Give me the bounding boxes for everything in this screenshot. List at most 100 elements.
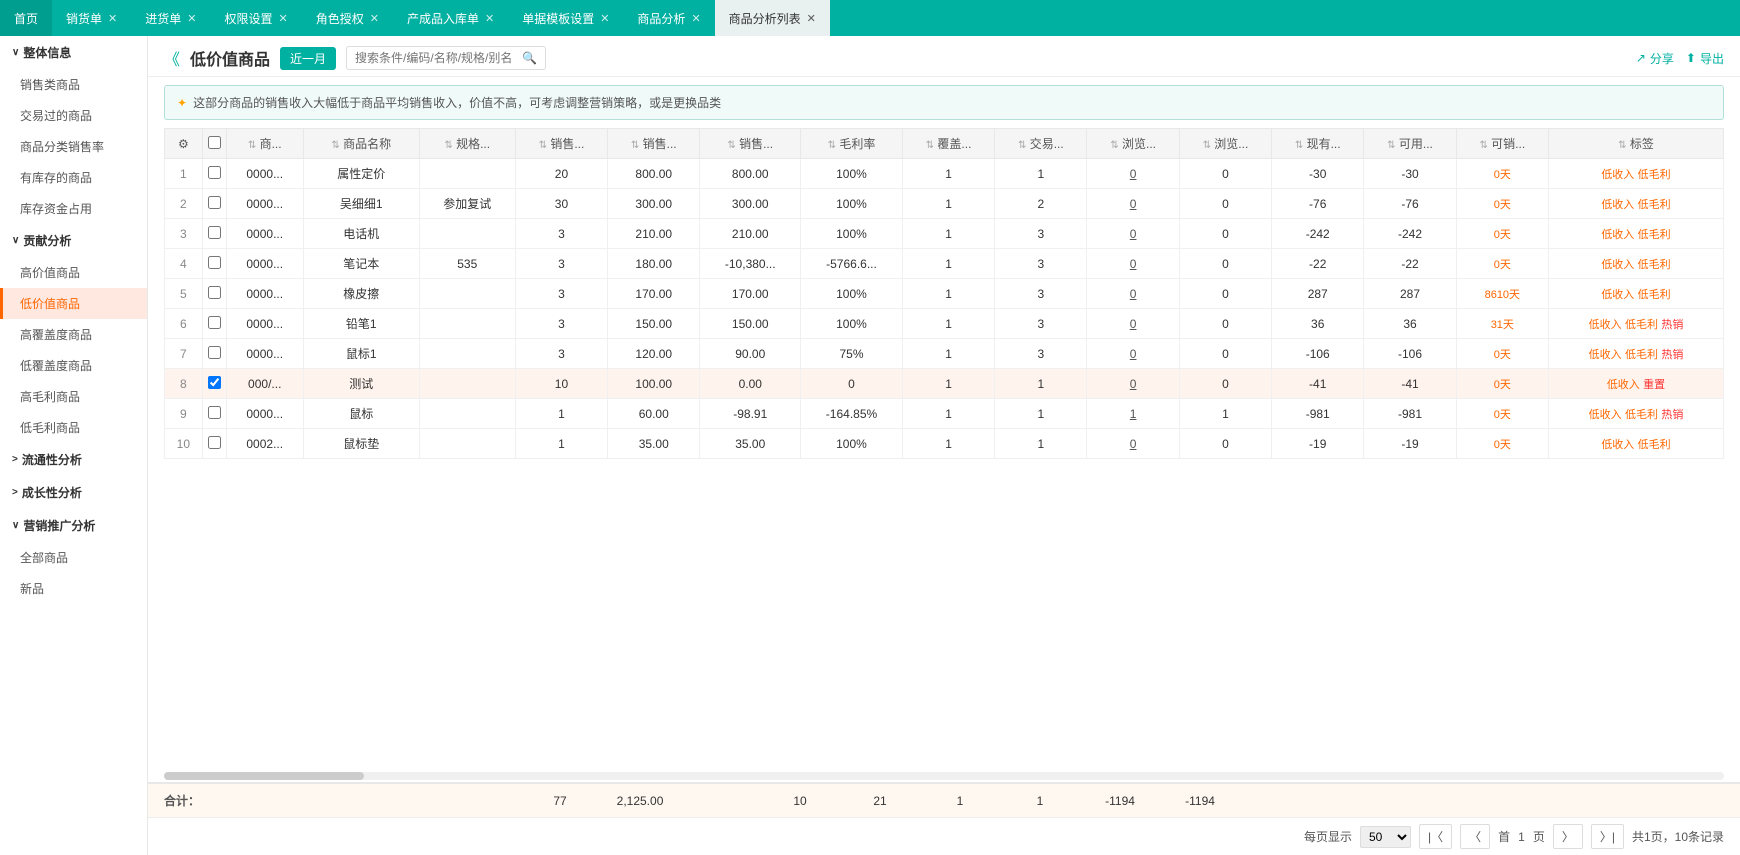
- period-button[interactable]: 近一月: [280, 47, 336, 70]
- th-views2[interactable]: ⇅ 浏览...: [1179, 129, 1271, 159]
- cell-checkbox[interactable]: [202, 429, 226, 459]
- close-icon[interactable]: ✕: [691, 12, 700, 25]
- next-page-button[interactable]: 〉: [1553, 824, 1583, 849]
- sidebar-group-circulation[interactable]: > 流通性分析: [0, 443, 147, 476]
- close-icon[interactable]: ✕: [370, 12, 379, 25]
- sidebar-group-marketing[interactable]: ∨ 营销推广分析: [0, 509, 147, 542]
- th-trade[interactable]: ⇅ 交易...: [995, 129, 1087, 159]
- cell-checkbox[interactable]: [202, 399, 226, 429]
- page-size-select[interactable]: 50 100: [1360, 826, 1411, 848]
- sidebar-item-stock-capital[interactable]: 库存资金占用: [0, 193, 147, 224]
- sidebar-item-sales-goods[interactable]: 销售类商品: [0, 69, 147, 100]
- th-name[interactable]: ⇅ 商品名称: [303, 129, 419, 159]
- th-code[interactable]: ⇅ 商...: [226, 129, 303, 159]
- row-checkbox[interactable]: [208, 346, 221, 359]
- sidebar-item-low-value[interactable]: 低价值商品: [0, 288, 147, 319]
- cell-views1[interactable]: 1: [1087, 399, 1179, 429]
- th-sales-amt[interactable]: ⇅ 销售...: [608, 129, 700, 159]
- sidebar-item-high-value[interactable]: 高价值商品: [0, 257, 147, 288]
- sidebar-item-traded-goods[interactable]: 交易过的商品: [0, 100, 147, 131]
- cell-checkbox[interactable]: [202, 339, 226, 369]
- row-checkbox[interactable]: [208, 226, 221, 239]
- nav-product-in[interactable]: 产成品入库单 ✕: [393, 0, 508, 36]
- views-link[interactable]: 0: [1130, 197, 1137, 211]
- cell-views1[interactable]: 0: [1087, 219, 1179, 249]
- row-checkbox[interactable]: [208, 436, 221, 449]
- views-link[interactable]: 0: [1130, 347, 1137, 361]
- cell-views1[interactable]: 0: [1087, 189, 1179, 219]
- cell-views1[interactable]: 0: [1087, 369, 1179, 399]
- sidebar-item-category-sales[interactable]: 商品分类销售率: [0, 131, 147, 162]
- cell-checkbox[interactable]: [202, 279, 226, 309]
- cell-views1[interactable]: 0: [1087, 279, 1179, 309]
- select-all-checkbox[interactable]: [208, 136, 221, 149]
- th-sales-profit[interactable]: ⇅ 销售...: [700, 129, 801, 159]
- collapse-button[interactable]: 《: [164, 46, 180, 70]
- first-page-button[interactable]: |〈: [1419, 824, 1452, 849]
- share-button[interactable]: ↗ 分享: [1636, 50, 1674, 67]
- export-button[interactable]: ⬆ 导出: [1686, 50, 1724, 67]
- sidebar-item-low-margin[interactable]: 低毛利商品: [0, 412, 147, 443]
- cell-checkbox[interactable]: [202, 219, 226, 249]
- row-checkbox[interactable]: [208, 406, 221, 419]
- row-checkbox[interactable]: [208, 166, 221, 179]
- close-icon[interactable]: ✕: [187, 12, 196, 25]
- row-checkbox[interactable]: [208, 286, 221, 299]
- cell-views1[interactable]: 0: [1087, 159, 1179, 189]
- views-link[interactable]: 0: [1130, 167, 1137, 181]
- search-icon[interactable]: 🔍: [522, 51, 537, 65]
- cell-checkbox[interactable]: [202, 189, 226, 219]
- cell-views1[interactable]: 0: [1087, 339, 1179, 369]
- th-margin[interactable]: ⇅ 毛利率: [801, 129, 903, 159]
- th-gear[interactable]: ⚙: [165, 129, 203, 159]
- th-tags[interactable]: ⇅ 标签: [1548, 129, 1723, 159]
- th-current-stock[interactable]: ⇅ 现有...: [1272, 129, 1364, 159]
- views-link[interactable]: 0: [1130, 257, 1137, 271]
- views-link[interactable]: 1: [1130, 407, 1137, 421]
- th-coverage[interactable]: ⇅ 覆盖...: [902, 129, 994, 159]
- nav-template[interactable]: 单据模板设置 ✕: [508, 0, 623, 36]
- last-page-button[interactable]: 〉|: [1591, 824, 1624, 849]
- close-icon[interactable]: ✕: [108, 12, 117, 25]
- nav-home[interactable]: 首页: [0, 0, 52, 36]
- sidebar-group-contribution[interactable]: ∨ 贡献分析: [0, 224, 147, 257]
- cell-views1[interactable]: 0: [1087, 429, 1179, 459]
- nav-permission[interactable]: 权限设置 ✕: [210, 0, 301, 36]
- cell-checkbox[interactable]: [202, 159, 226, 189]
- prev-page-button[interactable]: 〈: [1460, 824, 1490, 849]
- close-icon[interactable]: ✕: [279, 12, 288, 25]
- sidebar-group-growth[interactable]: > 成长性分析: [0, 476, 147, 509]
- cell-checkbox[interactable]: [202, 309, 226, 339]
- cell-checkbox[interactable]: [202, 249, 226, 279]
- sidebar-group-overall[interactable]: ∨ 整体信息: [0, 36, 147, 69]
- th-sellable[interactable]: ⇅ 可销...: [1456, 129, 1548, 159]
- search-input[interactable]: [355, 51, 522, 65]
- row-checkbox[interactable]: [208, 316, 221, 329]
- cell-checkbox[interactable]: [202, 369, 226, 399]
- scrollbar-area[interactable]: [164, 772, 1724, 780]
- th-views1[interactable]: ⇅ 浏览...: [1087, 129, 1179, 159]
- row-checkbox[interactable]: [208, 376, 221, 389]
- row-checkbox[interactable]: [208, 196, 221, 209]
- views-link[interactable]: 0: [1130, 317, 1137, 331]
- scrollbar-thumb[interactable]: [164, 772, 364, 780]
- cell-views1[interactable]: 0: [1087, 309, 1179, 339]
- nav-role-auth[interactable]: 角色授权 ✕: [302, 0, 393, 36]
- nav-product-analysis[interactable]: 商品分析 ✕: [623, 0, 714, 36]
- nav-product-analysis-list[interactable]: 商品分析列表 ✕: [715, 0, 830, 36]
- th-spec[interactable]: ⇅ 规格...: [419, 129, 515, 159]
- th-available-stock[interactable]: ⇅ 可用...: [1364, 129, 1456, 159]
- close-icon[interactable]: ✕: [807, 12, 816, 25]
- sidebar-item-low-coverage[interactable]: 低覆盖度商品: [0, 350, 147, 381]
- nav-sales-order[interactable]: 销货单 ✕: [52, 0, 131, 36]
- close-icon[interactable]: ✕: [485, 12, 494, 25]
- views-link[interactable]: 0: [1130, 437, 1137, 451]
- sidebar-item-all-goods[interactable]: 全部商品: [0, 542, 147, 573]
- views-link[interactable]: 0: [1130, 287, 1137, 301]
- views-link[interactable]: 0: [1130, 227, 1137, 241]
- sidebar-item-stock-goods[interactable]: 有库存的商品: [0, 162, 147, 193]
- nav-purchase-order[interactable]: 进货单 ✕: [131, 0, 210, 36]
- row-checkbox[interactable]: [208, 256, 221, 269]
- th-sales-qty[interactable]: ⇅ 销售...: [515, 129, 607, 159]
- views-link[interactable]: 0: [1130, 377, 1137, 391]
